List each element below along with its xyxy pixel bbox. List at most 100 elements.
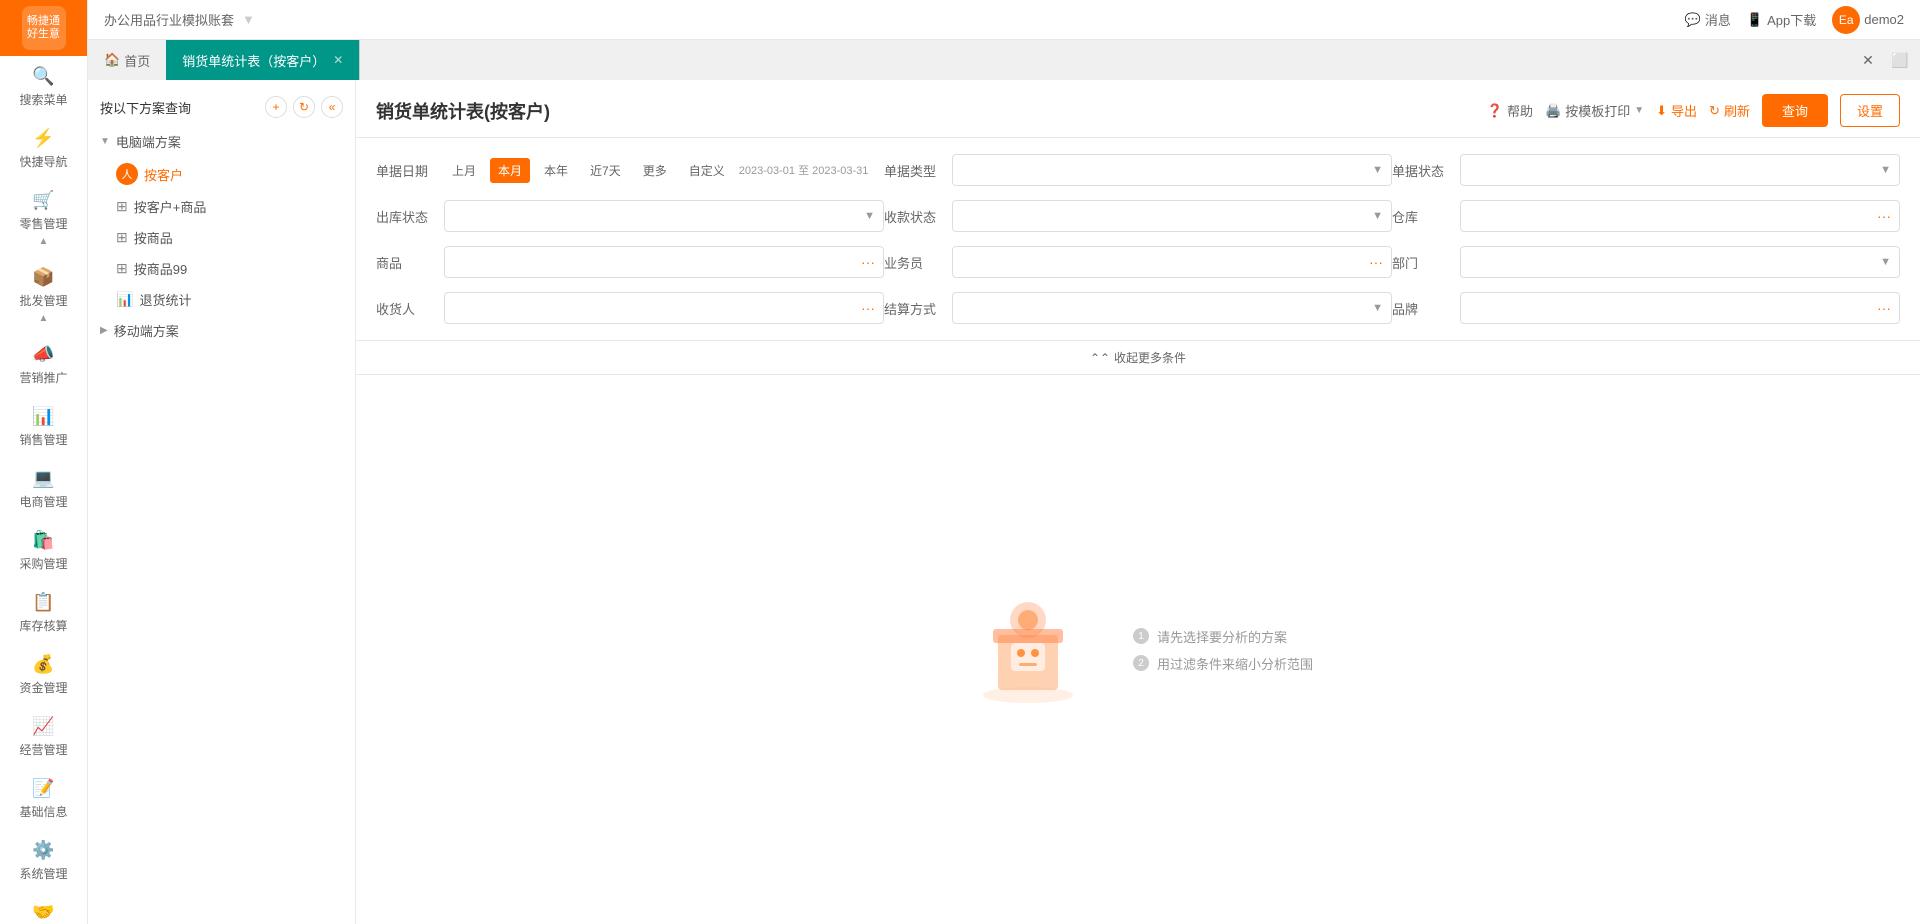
sidebar-item-marketing[interactable]: 📣 营销推广 xyxy=(0,334,88,396)
hint-text-2: 用过滤条件来缩小分析范围 xyxy=(1157,654,1313,673)
product-label: 商品 xyxy=(376,253,436,272)
receipt-status-input[interactable]: ▼ xyxy=(952,200,1392,232)
filter-cell-salesperson: 业务员 ··· xyxy=(884,246,1392,278)
filter-item-by-customer[interactable]: 人 按客户 xyxy=(96,157,355,191)
chevron-down-icon: ▼ xyxy=(1880,164,1891,176)
brand-input[interactable]: ··· xyxy=(1460,292,1900,324)
salesperson-input[interactable]: ··· xyxy=(952,246,1392,278)
message-button[interactable]: 💬 消息 xyxy=(1685,10,1731,29)
tab-sales-stat[interactable]: 销货单统计表（按客户） ✕ xyxy=(166,40,360,80)
sidebar-item-quick-nav[interactable]: ⚡ 快捷导航 xyxy=(0,118,88,180)
date-btn-more[interactable]: 更多 xyxy=(635,158,675,183)
tab-sales-stat-label: 销货单统计表（按客户） xyxy=(182,51,325,70)
doc-status-input[interactable]: ▼ xyxy=(1460,154,1900,186)
filter-item-label: 退货统计 xyxy=(139,290,191,309)
download-button[interactable]: 📱 App下载 xyxy=(1747,10,1816,29)
sidebar-item-system[interactable]: ⚙️ 系统管理 xyxy=(0,830,88,892)
sidebar-item-retail[interactable]: 🛒 零售管理 ▲ xyxy=(0,180,88,257)
export-button[interactable]: ⬇ 导出 xyxy=(1656,101,1697,120)
print-button[interactable]: 🖨️ 按模板打印 ▼ xyxy=(1545,101,1644,120)
sidebar-item-ecommerce[interactable]: 💻 电商管理 xyxy=(0,458,88,520)
tab-close-icon[interactable]: ✕ xyxy=(333,53,343,67)
user-profile[interactable]: Ea demo2 xyxy=(1832,6,1904,34)
sidebar-item-basic-info[interactable]: 📝 基础信息 xyxy=(0,768,88,830)
logo-text: 畅捷通好生意 xyxy=(27,15,60,41)
date-label: 单据日期 xyxy=(376,161,436,180)
sidebar-item-label: 批发管理 xyxy=(19,292,67,309)
filter-item-return-stats[interactable]: 📊 退货统计 xyxy=(96,284,355,315)
date-btn-last-7[interactable]: 近7天 xyxy=(582,158,629,183)
sidebar-item-operations[interactable]: 📈 经营管理 xyxy=(0,706,88,768)
operations-icon: 📈 xyxy=(32,716,54,737)
retail-icon: 🛒 xyxy=(32,190,54,211)
logo-inner: 畅捷通好生意 xyxy=(22,6,66,50)
filter-item-label: 按客户+商品 xyxy=(134,197,207,216)
purchase-icon: 🛍️ xyxy=(32,530,54,551)
tab-maximize[interactable]: ⬜ xyxy=(1888,48,1912,72)
filter-group-desktop[interactable]: ▼ 电脑端方案 xyxy=(88,126,355,157)
product-input[interactable]: ··· xyxy=(444,246,884,278)
sidebar-item-cooperation[interactable]: 🤝 企业协同 xyxy=(0,892,88,924)
filter-item-by-product-99[interactable]: ⊞ 按商品99 xyxy=(96,253,355,284)
sidebar-item-label: 销售管理 xyxy=(19,431,67,448)
left-sidebar: 畅捷通好生意 🔍 搜索菜单 ⚡ 快捷导航 🛒 零售管理 ▲ 📦 批发管理 ▲ 📣… xyxy=(0,0,88,924)
cooperation-icon: 🤝 xyxy=(32,902,54,923)
collapse-bar[interactable]: ⌃⌃ 收起更多条件 xyxy=(356,341,1920,375)
sidebar-item-purchase[interactable]: 🛍️ 采购管理 xyxy=(0,520,88,582)
refresh-scheme-button[interactable]: ↻ xyxy=(293,96,315,118)
date-btn-custom[interactable]: 自定义 xyxy=(681,158,733,183)
collapse-sidebar-button[interactable]: « xyxy=(321,96,343,118)
chevron-down-icon: ▼ xyxy=(864,210,875,222)
add-scheme-button[interactable]: + xyxy=(265,96,287,118)
sidebar-item-sales[interactable]: 📊 销售管理 xyxy=(0,396,88,458)
sidebar-item-label: 快捷导航 xyxy=(19,153,67,170)
out-status-input[interactable]: ▼ xyxy=(444,200,884,232)
filter-group-mobile[interactable]: ▶ 移动端方案 xyxy=(88,315,355,346)
marketing-icon: 📣 xyxy=(32,344,54,365)
empty-content: 1 请先选择要分析的方案 2 用过滤条件来缩小分析范围 xyxy=(963,585,1313,715)
department-input[interactable]: ▼ xyxy=(1460,246,1900,278)
download-label: App下载 xyxy=(1767,10,1816,29)
filter-tree-desktop-items: 人 按客户 ⊞ 按客户+商品 ⊞ 按商品 ⊞ 按商品99 📊 xyxy=(88,157,355,315)
sidebar-item-search[interactable]: 🔍 搜索菜单 xyxy=(0,56,88,118)
tab-home[interactable]: 🏠 首页 xyxy=(88,40,166,80)
sidebar-item-wholesale[interactable]: 📦 批发管理 ▲ xyxy=(0,257,88,334)
settlement-input[interactable]: ▼ xyxy=(952,292,1392,324)
help-button[interactable]: ❓ 帮助 xyxy=(1487,101,1533,120)
refresh-icon: ↻ xyxy=(1709,103,1720,119)
empty-hint-1: 1 请先选择要分析的方案 xyxy=(1133,627,1313,646)
doc-status-label: 单据状态 xyxy=(1392,161,1452,180)
help-icon: ❓ xyxy=(1487,103,1503,119)
main-area: 办公用品行业模拟账套 ▼ 💬 消息 📱 App下载 Ea demo2 🏠 首页 xyxy=(88,0,1920,924)
filter-item-by-customer-product[interactable]: ⊞ 按客户+商品 xyxy=(96,191,355,222)
receiver-input[interactable]: ··· xyxy=(444,292,884,324)
filter-item-label: 按商品 xyxy=(134,228,173,247)
settings-button[interactable]: 设置 xyxy=(1840,94,1900,127)
filter-cell-department: 部门 ▼ xyxy=(1392,246,1900,278)
item-icon: ⊞ xyxy=(116,260,128,277)
header-left: 办公用品行业模拟账套 ▼ xyxy=(104,10,255,29)
page-title: 销货单统计表(按客户) xyxy=(376,98,550,124)
sidebar-item-inventory[interactable]: 📋 库存核算 xyxy=(0,582,88,644)
refresh-button[interactable]: ↻ 刷新 xyxy=(1709,101,1750,120)
dots-icon: ··· xyxy=(1877,208,1891,224)
query-button[interactable]: 查询 xyxy=(1762,94,1828,127)
item-icon: ⊞ xyxy=(116,198,128,215)
doc-type-label: 单据类型 xyxy=(884,161,944,180)
date-btn-this-year[interactable]: 本年 xyxy=(536,158,576,183)
add-icon: + xyxy=(272,100,279,114)
collapse-label: 收起更多条件 xyxy=(1114,349,1186,366)
sidebar-item-finance[interactable]: 💰 资金管理 xyxy=(0,644,88,706)
collapse-icon: « xyxy=(329,100,336,114)
sidebar-item-label: 电商管理 xyxy=(19,493,67,510)
warehouse-input[interactable]: ··· xyxy=(1460,200,1900,232)
doc-type-input[interactable]: ▼ xyxy=(952,154,1392,186)
export-label: 导出 xyxy=(1671,101,1697,120)
filter-item-by-product[interactable]: ⊞ 按商品 xyxy=(96,222,355,253)
date-btn-this-month[interactable]: 本月 xyxy=(490,158,530,183)
date-btn-last-month[interactable]: 上月 xyxy=(444,158,484,183)
message-label: 消息 xyxy=(1705,10,1731,29)
filter-sidebar-title: 按以下方案查询 xyxy=(100,98,191,117)
tab-close-window[interactable]: ✕ xyxy=(1856,48,1880,72)
app-logo: 畅捷通好生意 xyxy=(0,0,88,56)
